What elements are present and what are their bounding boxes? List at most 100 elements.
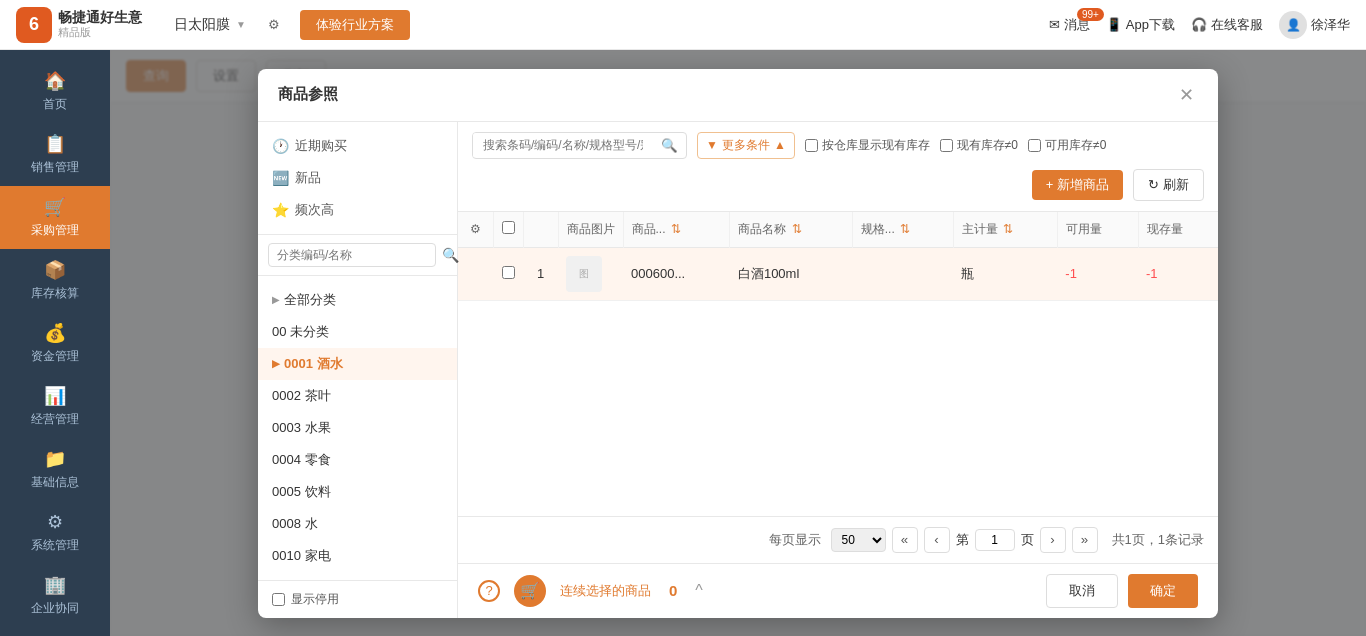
td-num: 1 <box>523 247 558 300</box>
sidebar-item-enterprise[interactable]: 🏢 企业协同 <box>0 564 110 627</box>
product-image: 图 <box>566 256 602 292</box>
row-checkbox[interactable] <box>502 266 515 279</box>
filter-btn[interactable]: ▼ 更多条件 ▲ <box>697 132 795 159</box>
check-available-stock-filter[interactable]: 可用库存≠0 <box>1028 137 1106 154</box>
sort-code-icon: ⇅ <box>671 222 681 236</box>
per-page-label: 每页显示 <box>769 531 821 549</box>
sort-name-icon: ⇅ <box>792 222 802 236</box>
message-icon: ✉ <box>1049 17 1060 32</box>
confirm-button[interactable]: 确定 <box>1128 574 1198 608</box>
td-stock: -1 <box>1138 247 1218 300</box>
next-page-btn[interactable]: › <box>1040 527 1066 553</box>
sidebar-item-stock[interactable]: 📦 库存核算 <box>0 249 110 312</box>
quick-nav-frequent[interactable]: ⭐ 频次高 <box>258 194 457 226</box>
quick-nav-new[interactable]: 🆕 新品 <box>258 162 457 194</box>
sort-unit-icon: ⇅ <box>1003 222 1013 236</box>
app-name: 畅捷通好生意 <box>58 9 142 26</box>
modal-close-button[interactable]: ✕ <box>1174 83 1198 107</box>
modal-body: 🕐 近期购买 🆕 新品 ⭐ 频次高 <box>258 122 1218 618</box>
settings-icon[interactable]: ⚙ <box>258 9 290 41</box>
category-search-area: 🔍 <box>258 235 457 276</box>
cat-item-c0001[interactable]: ▶ 0001 酒水 <box>258 348 457 380</box>
cancel-button[interactable]: 取消 <box>1046 574 1118 608</box>
category-search-input[interactable] <box>268 243 436 267</box>
sidebar-label-system: 系统管理 <box>31 537 79 554</box>
store-selector[interactable]: 日太阳膜 ▼ <box>162 16 258 34</box>
user-info[interactable]: 👤 徐泽华 <box>1279 11 1350 39</box>
online-service-btn[interactable]: 🎧 在线客服 <box>1191 16 1263 34</box>
check-warehouse-input[interactable] <box>805 139 818 152</box>
cat-item-c0004[interactable]: 0004 零食 <box>258 444 457 476</box>
basic-icon: 📁 <box>44 448 66 470</box>
per-page-select[interactable]: 50 20 100 <box>831 528 886 552</box>
cat-item-c0008[interactable]: 0008 水 <box>258 508 457 540</box>
sidebar-item-guide[interactable]: 📖 新手引导 <box>0 627 110 636</box>
last-page-btn[interactable]: » <box>1072 527 1098 553</box>
select-all-checkbox[interactable] <box>502 221 515 234</box>
td-name: 白酒100ml <box>730 247 852 300</box>
system-icon: ⚙ <box>47 511 63 533</box>
th-checkbox <box>493 212 523 248</box>
app-sub: 精品版 <box>58 25 142 40</box>
category-tree: ▶ 全部分类 00 未分类 ▶ 0001 酒水 0002 茶 <box>258 276 457 580</box>
business-icon: 📊 <box>44 385 66 407</box>
product-search-button[interactable]: 🔍 <box>653 133 686 158</box>
sidebar-label-purchase: 采购管理 <box>31 222 79 239</box>
cart-icon[interactable]: 🛒 <box>514 575 546 607</box>
page-suffix: 页 <box>1021 531 1034 549</box>
messages-btn[interactable]: ✉ 消息 99+ <box>1049 16 1090 34</box>
th-unit[interactable]: 主计量 ⇅ <box>953 212 1057 248</box>
show-disabled-checkbox[interactable] <box>272 593 285 606</box>
th-spec[interactable]: 规格... ⇅ <box>852 212 953 248</box>
collapse-icon[interactable]: ^ <box>695 582 703 600</box>
home-icon: 🏠 <box>44 70 66 92</box>
table-row[interactable]: 1 图 000600... <box>458 247 1218 300</box>
td-code: 000600... <box>623 247 730 300</box>
refresh-btn[interactable]: ↻ 刷新 <box>1133 169 1204 201</box>
th-gear[interactable]: ⚙ <box>458 212 493 248</box>
check-warehouse-filter[interactable]: 按仓库显示现有库存 <box>805 137 930 154</box>
th-code[interactable]: 商品... ⇅ <box>623 212 730 248</box>
first-page-btn[interactable]: « <box>892 527 918 553</box>
cat-item-c0002[interactable]: 0002 茶叶 <box>258 380 457 412</box>
experience-btn[interactable]: 体验行业方案 <box>300 10 410 40</box>
sidebar-item-purchase[interactable]: 🛒 采购管理 <box>0 186 110 249</box>
page-number-input[interactable] <box>975 529 1015 551</box>
quick-nav-recent[interactable]: 🕐 近期购买 <box>258 130 457 162</box>
nav-right: ✉ 消息 99+ 📱 App下载 🎧 在线客服 👤 徐泽华 <box>1049 11 1350 39</box>
product-search-input[interactable] <box>473 133 653 157</box>
check-available-stock-input[interactable] <box>1028 139 1041 152</box>
store-name: 日太阳膜 <box>174 16 230 34</box>
category-search-icon[interactable]: 🔍 <box>442 247 459 263</box>
cat-item-all[interactable]: ▶ 全部分类 <box>258 284 457 316</box>
td-gear <box>458 247 493 300</box>
add-product-btn[interactable]: + 新增商品 <box>1032 170 1123 200</box>
modal-right-panel: 🔍 ▼ 更多条件 ▲ 按仓库显示现有库存 <box>458 122 1218 618</box>
sidebar-label-sales: 销售管理 <box>31 159 79 176</box>
quick-nav-new-label: 新品 <box>295 169 321 187</box>
cat-item-c0010[interactable]: 0010 家电 <box>258 540 457 572</box>
app-download-btn[interactable]: 📱 App下载 <box>1106 16 1175 34</box>
th-name[interactable]: 商品名称 ⇅ <box>730 212 852 248</box>
pagination: 每页显示 50 20 100 « ‹ <box>458 516 1218 563</box>
check-current-stock-filter[interactable]: 现有库存≠0 <box>940 137 1018 154</box>
prev-page-btn[interactable]: ‹ <box>924 527 950 553</box>
selected-text: 连续选择的商品 <box>560 582 651 600</box>
sidebar-item-fund[interactable]: 💰 资金管理 <box>0 312 110 375</box>
check-current-stock-input[interactable] <box>940 139 953 152</box>
sidebar-item-basic[interactable]: 📁 基础信息 <box>0 438 110 501</box>
footer-actions: 取消 确定 <box>1046 574 1198 608</box>
sidebar-item-system[interactable]: ⚙ 系统管理 <box>0 501 110 564</box>
sidebar-item-home[interactable]: 🏠 首页 <box>0 60 110 123</box>
recent-icon: 🕐 <box>272 138 289 154</box>
refresh-icon: ↻ <box>1148 177 1159 192</box>
td-img: 图 <box>558 247 623 300</box>
enterprise-icon: 🏢 <box>44 574 66 596</box>
help-icon[interactable]: ? <box>478 579 500 602</box>
sidebar-item-business[interactable]: 📊 经营管理 <box>0 375 110 438</box>
cat-item-c0003[interactable]: 0003 水果 <box>258 412 457 444</box>
sidebar-item-sales[interactable]: 📋 销售管理 <box>0 123 110 186</box>
phone-icon: 📱 <box>1106 17 1122 32</box>
cat-item-c00[interactable]: 00 未分类 <box>258 316 457 348</box>
cat-item-c0005[interactable]: 0005 饮料 <box>258 476 457 508</box>
